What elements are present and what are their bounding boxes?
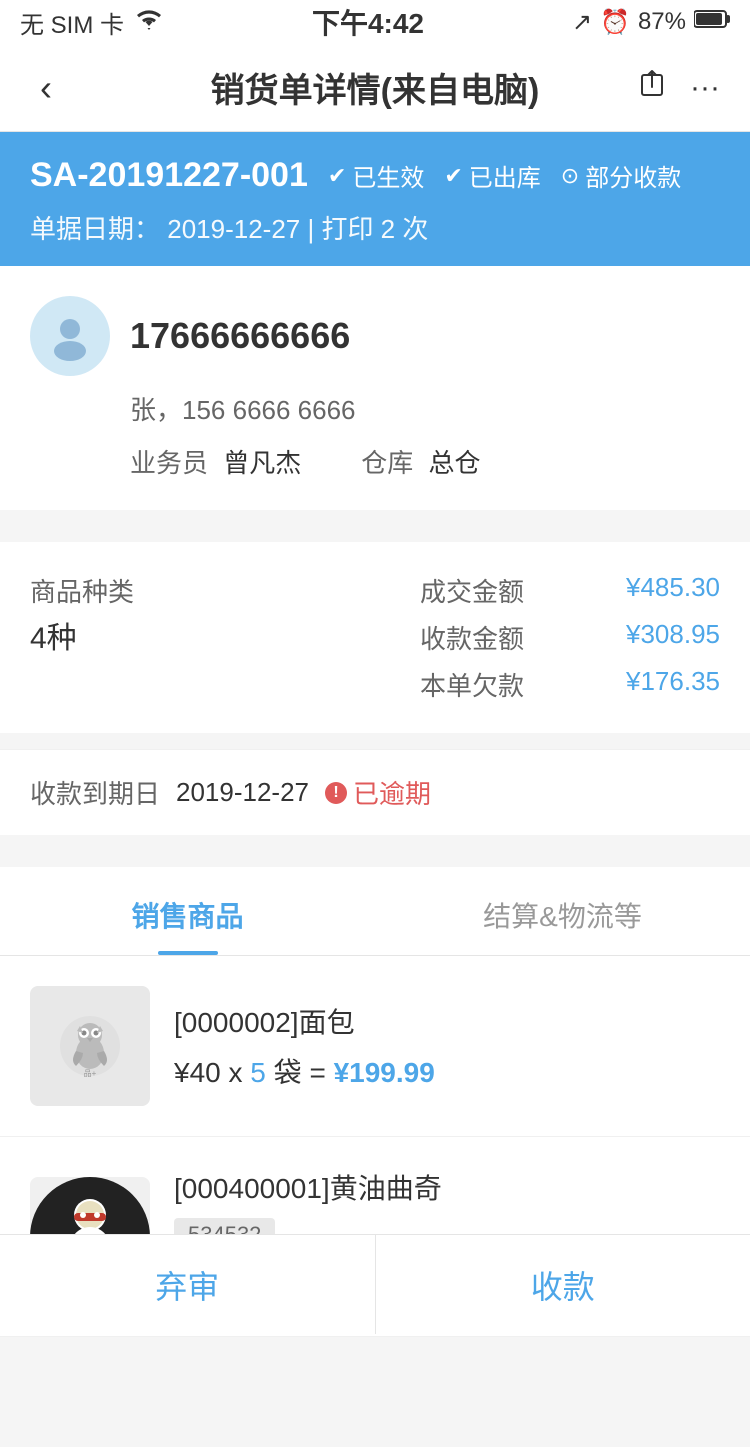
- order-date: 2019-12-27: [167, 214, 300, 244]
- divider-1: [0, 526, 750, 542]
- product-thumb-1: 品+: [30, 986, 150, 1106]
- order-id-row: SA-20191227-001 ✔ 已生效 ✔ 已出库 ⊙ 部分收款: [30, 156, 720, 195]
- page-title: 销货单详情(来自电脑): [211, 63, 540, 112]
- overdue-label: 已逾期: [353, 774, 431, 811]
- tabs-section: 销售商品 结算&物流等: [0, 867, 750, 956]
- shipped-icon: ✔: [444, 163, 462, 189]
- bottom-spacer: [0, 1337, 750, 1447]
- types-value: 4种: [30, 613, 134, 657]
- location-icon: ↗: [572, 8, 592, 37]
- equals-1: =: [309, 1057, 333, 1088]
- alarm-icon: ⏰: [600, 8, 630, 37]
- stat-owed: 本单欠款 ¥176.35: [420, 666, 720, 703]
- due-label: 收款到期日: [30, 774, 160, 811]
- total-1: ¥199.99: [334, 1057, 435, 1088]
- shipped-label: 已出库: [469, 158, 541, 193]
- stats-section: 商品种类 4种 成交金额 ¥485.30 收款金额 ¥308.95 本单欠款 ¥…: [0, 542, 750, 733]
- owed-label: 本单欠款: [420, 666, 524, 703]
- received-value: ¥308.95: [626, 619, 720, 656]
- more-icon[interactable]: ···: [690, 71, 720, 105]
- customer-meta: 业务员 曾凡杰 仓库 总仓: [130, 443, 720, 480]
- due-section: 收款到期日 2019-12-27 ! 已逾期: [0, 749, 750, 835]
- customer-section: 17666666666 张，156 6666 6666 业务员 曾凡杰 仓库 总…: [0, 266, 750, 510]
- warehouse-value: 总仓: [429, 448, 481, 478]
- customer-sub: 张，156 6666 6666: [130, 390, 720, 427]
- salesperson-label: 业务员: [130, 448, 208, 478]
- svg-text:品+: 品+: [84, 1069, 97, 1078]
- product-price-1: ¥40 x 5 袋 = ¥199.99: [174, 1051, 720, 1091]
- received-label: 收款金额: [420, 619, 524, 656]
- print-info: | 打印 2 次: [307, 214, 428, 244]
- salesperson-info: 业务员 曾凡杰: [130, 443, 301, 480]
- price-1: ¥40: [174, 1057, 221, 1088]
- tabs-row: 销售商品 结算&物流等: [0, 867, 750, 956]
- product-info-1: [0000002]面包 ¥40 x 5 袋 = ¥199.99: [174, 1001, 720, 1091]
- order-id: SA-20191227-001: [30, 156, 308, 195]
- date-label: 单据日期：: [30, 214, 160, 244]
- effective-icon: ✔: [328, 163, 346, 189]
- divider-2: [0, 851, 750, 867]
- partial-icon: ⊙: [561, 163, 579, 189]
- status-left: 无 SIM 卡: [20, 5, 164, 40]
- battery-icon: [694, 8, 730, 36]
- stat-deal-amount: 成交金额 ¥485.30: [420, 572, 720, 609]
- owed-value: ¥176.35: [626, 666, 720, 703]
- status-right: ↗ ⏰ 87%: [572, 8, 730, 37]
- stats-right: 成交金额 ¥485.30 收款金额 ¥308.95 本单欠款 ¥176.35: [420, 572, 720, 703]
- salesperson-value: 曾凡杰: [223, 448, 301, 478]
- deal-value: ¥485.30: [626, 572, 720, 609]
- battery-percent: 87%: [638, 8, 686, 36]
- deal-label: 成交金额: [420, 572, 524, 609]
- confirm-button[interactable]: 收款: [376, 1235, 750, 1334]
- overdue-badge: ! 已逾期: [325, 774, 431, 811]
- stats-left: 商品种类 4种: [30, 572, 134, 657]
- cancel-label: 弃审: [155, 1262, 219, 1308]
- partial-label: 部分收款: [585, 158, 681, 193]
- qty-1: 5: [250, 1057, 266, 1088]
- tab-products-label: 销售商品: [131, 901, 243, 932]
- types-label: 商品种类: [30, 572, 134, 609]
- badge-shipped: ✔ 已出库: [444, 158, 540, 193]
- multiply-1: x: [229, 1057, 251, 1088]
- product-name-1: [0000002]面包: [174, 1001, 720, 1041]
- warehouse-info: 仓库 总仓: [361, 443, 480, 480]
- avatar: [30, 296, 110, 376]
- customer-row: 17666666666: [30, 296, 720, 376]
- sim-status: 无 SIM 卡: [20, 5, 124, 40]
- back-button[interactable]: ‹: [30, 57, 62, 119]
- status-time: 下午4:42: [312, 2, 424, 42]
- stat-received: 收款金额 ¥308.95: [420, 619, 720, 656]
- nav-bar: ‹ 销货单详情(来自电脑) ···: [0, 44, 750, 132]
- wifi-icon: [134, 8, 164, 37]
- order-header: SA-20191227-001 ✔ 已生效 ✔ 已出库 ⊙ 部分收款 单据日期：…: [0, 132, 750, 266]
- confirm-label: 收款: [531, 1262, 595, 1308]
- list-item: 品+ [0000002]面包 ¥40 x 5 袋 = ¥199.99: [0, 956, 750, 1137]
- order-date-row: 单据日期： 2019-12-27 | 打印 2 次: [30, 209, 720, 246]
- cancel-button[interactable]: 弃审: [0, 1235, 376, 1334]
- warehouse-label: 仓库: [361, 448, 413, 478]
- tab-products[interactable]: 销售商品: [0, 867, 375, 955]
- badge-partial: ⊙ 部分收款: [561, 158, 681, 193]
- badge-effective: ✔ 已生效: [328, 158, 424, 193]
- product-name-2: [000400001]黄油曲奇: [174, 1167, 720, 1207]
- bottom-bar: 弃审 收款: [0, 1234, 750, 1334]
- overdue-dot-icon: !: [325, 782, 347, 804]
- effective-label: 已生效: [352, 158, 424, 193]
- nav-actions: ···: [638, 69, 720, 107]
- share-icon[interactable]: [638, 69, 666, 107]
- customer-name: 17666666666: [130, 315, 350, 357]
- tab-settlement[interactable]: 结算&物流等: [375, 867, 750, 955]
- tab-settlement-label: 结算&物流等: [483, 901, 642, 932]
- due-date-value: 2019-12-27: [176, 777, 309, 808]
- unit-1: 袋: [274, 1057, 302, 1088]
- status-bar: 无 SIM 卡 下午4:42 ↗ ⏰ 87%: [0, 0, 750, 44]
